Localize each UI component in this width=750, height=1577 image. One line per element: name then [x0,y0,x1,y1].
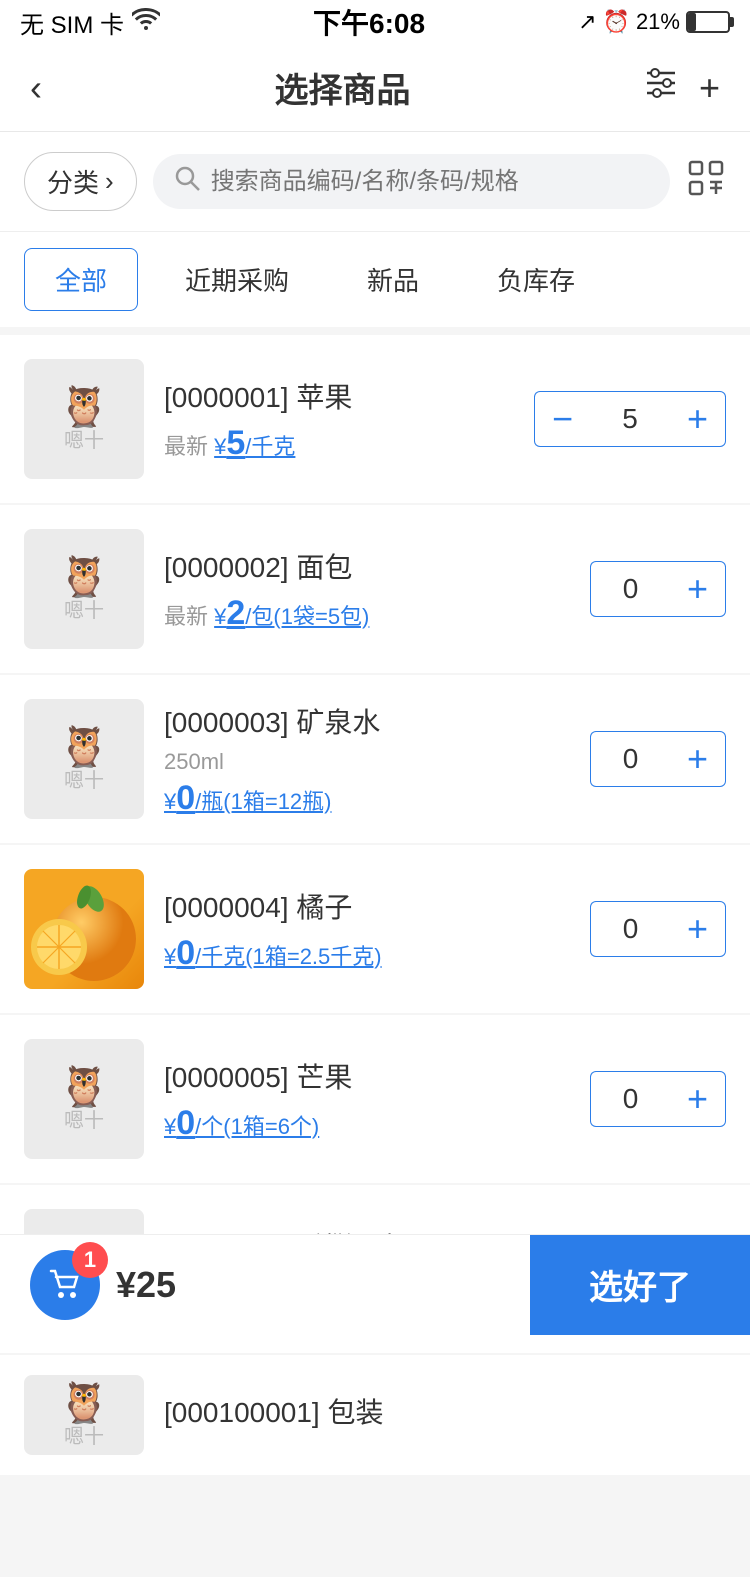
tab-new[interactable]: 新品 [336,248,450,311]
search-bar: 分类 › [0,132,750,232]
quantity-increase-button[interactable]: + [670,901,726,957]
quantity-control: + [590,1071,726,1127]
confirm-button[interactable]: 选好了 [530,1235,750,1335]
search-input[interactable] [211,168,650,196]
quantity-increase-button[interactable]: + [670,561,726,617]
list-item: 🦉 嗯十 [0000001] 苹果 最新 ¥5/千克 − + [0,335,750,503]
product-name: [0000005] 芒果 [164,1056,570,1096]
product-info: [0000002] 面包 最新 ¥2/包(1袋=5包) [164,546,570,633]
nav-actions: + [643,65,720,110]
quantity-input[interactable] [590,561,670,617]
quantity-control: + [590,901,726,957]
category-chevron: › [105,166,114,197]
quantity-control: + [590,731,726,787]
search-icon [173,164,201,199]
product-info: [0000005] 芒果 ¥0/个(1箱=6个) [164,1056,570,1143]
quantity-input[interactable] [590,901,670,957]
quantity-increase-button[interactable]: + [670,731,726,787]
category-button[interactable]: 分类 › [24,152,137,211]
product-info: [0000004] 橘子 ¥0/千克(1箱=2.5千克) [164,886,570,973]
product-price: 最新 ¥2/包(1袋=5包) [164,594,570,633]
orange-illustration [24,869,144,989]
tab-recent[interactable]: 近期采购 [154,248,320,311]
wifi-icon [132,8,160,37]
product-image: 🦉 嗯十 [24,359,144,479]
list-item: 🦉 嗯十 [0000005] 芒果 ¥0/个(1箱=6个) + [0,1015,750,1183]
quantity-control: + [590,561,726,617]
quantity-input[interactable] [590,391,670,447]
filter-icon[interactable] [643,65,679,110]
product-image: 🦉 嗯十 [24,1375,144,1455]
list-item: 🦉 嗯十 [000100001] 包装 [0,1355,750,1475]
product-price: 最新 ¥5/千克 [164,424,514,463]
list-item: 🦉 嗯十 [0000002] 面包 最新 ¥2/包(1袋=5包) + [0,505,750,673]
quantity-increase-button[interactable]: + [670,1071,726,1127]
nav-bar: ‹ 选择商品 + [0,44,750,132]
product-name: [0000002] 面包 [164,546,570,586]
cart-total: ¥25 [116,1264,176,1306]
product-spec: 250ml [164,749,570,775]
product-image: 🦉 嗯十 [24,529,144,649]
add-icon[interactable]: + [699,67,720,109]
carrier-text: 无 SIM 卡 [20,5,124,40]
location-icon: ↗ [578,9,596,35]
cart-icon-wrap[interactable]: 1 [30,1250,100,1320]
alarm-icon: ⏰ [603,9,630,35]
battery-icon [686,11,730,33]
tab-all[interactable]: 全部 [24,248,138,311]
list-item: [0000004] 橘子 ¥0/千克(1箱=2.5千克) + [0,845,750,1013]
cart-badge: 1 [72,1242,108,1278]
product-price: ¥0/个(1箱=6个) [164,1104,570,1143]
product-name: [0000001] 苹果 [164,376,514,416]
product-info: [000100001] 包装 [164,1391,726,1439]
battery-percent: 21% [636,9,680,35]
product-image: 🦉 嗯十 [24,1039,144,1159]
status-left: 无 SIM 卡 [20,5,160,40]
list-item: 🦉 嗯十 [0000003] 矿泉水 250ml ¥0/瓶(1箱=12瓶) + [0,675,750,843]
product-image: 🦉 嗯十 [24,699,144,819]
back-button[interactable]: ‹ [30,67,42,109]
status-bar: 无 SIM 卡 下午6:08 ↗ ⏰ 21% [0,0,750,44]
status-time: 下午6:08 [313,2,425,42]
product-price: ¥0/千克(1箱=2.5千克) [164,934,570,973]
cart-area: 1 ¥25 [0,1250,530,1320]
product-info: [0000003] 矿泉水 250ml ¥0/瓶(1箱=12瓶) [164,701,570,818]
status-right: ↗ ⏰ 21% [578,9,730,35]
quantity-control: − + [534,391,726,447]
tab-negative[interactable]: 负库存 [466,248,606,311]
category-label: 分类 [47,163,99,200]
quantity-input[interactable] [590,1071,670,1127]
product-name: [0000003] 矿泉水 [164,701,570,741]
scan-icon[interactable] [686,158,726,206]
product-price: ¥0/瓶(1箱=12瓶) [164,779,570,818]
quantity-decrease-button[interactable]: − [534,391,590,447]
quantity-increase-button[interactable]: + [670,391,726,447]
search-input-wrap [153,154,670,209]
filter-tabs: 全部 近期采购 新品 负库存 [0,232,750,335]
quantity-input[interactable] [590,731,670,787]
page-title: 选择商品 [274,63,410,112]
bottom-bar: 1 ¥25 选好了 [0,1234,750,1334]
product-image [24,869,144,989]
product-name: [0000004] 橘子 [164,886,570,926]
product-name: [000100001] 包装 [164,1391,726,1431]
product-info: [0000001] 苹果 最新 ¥5/千克 [164,376,514,463]
